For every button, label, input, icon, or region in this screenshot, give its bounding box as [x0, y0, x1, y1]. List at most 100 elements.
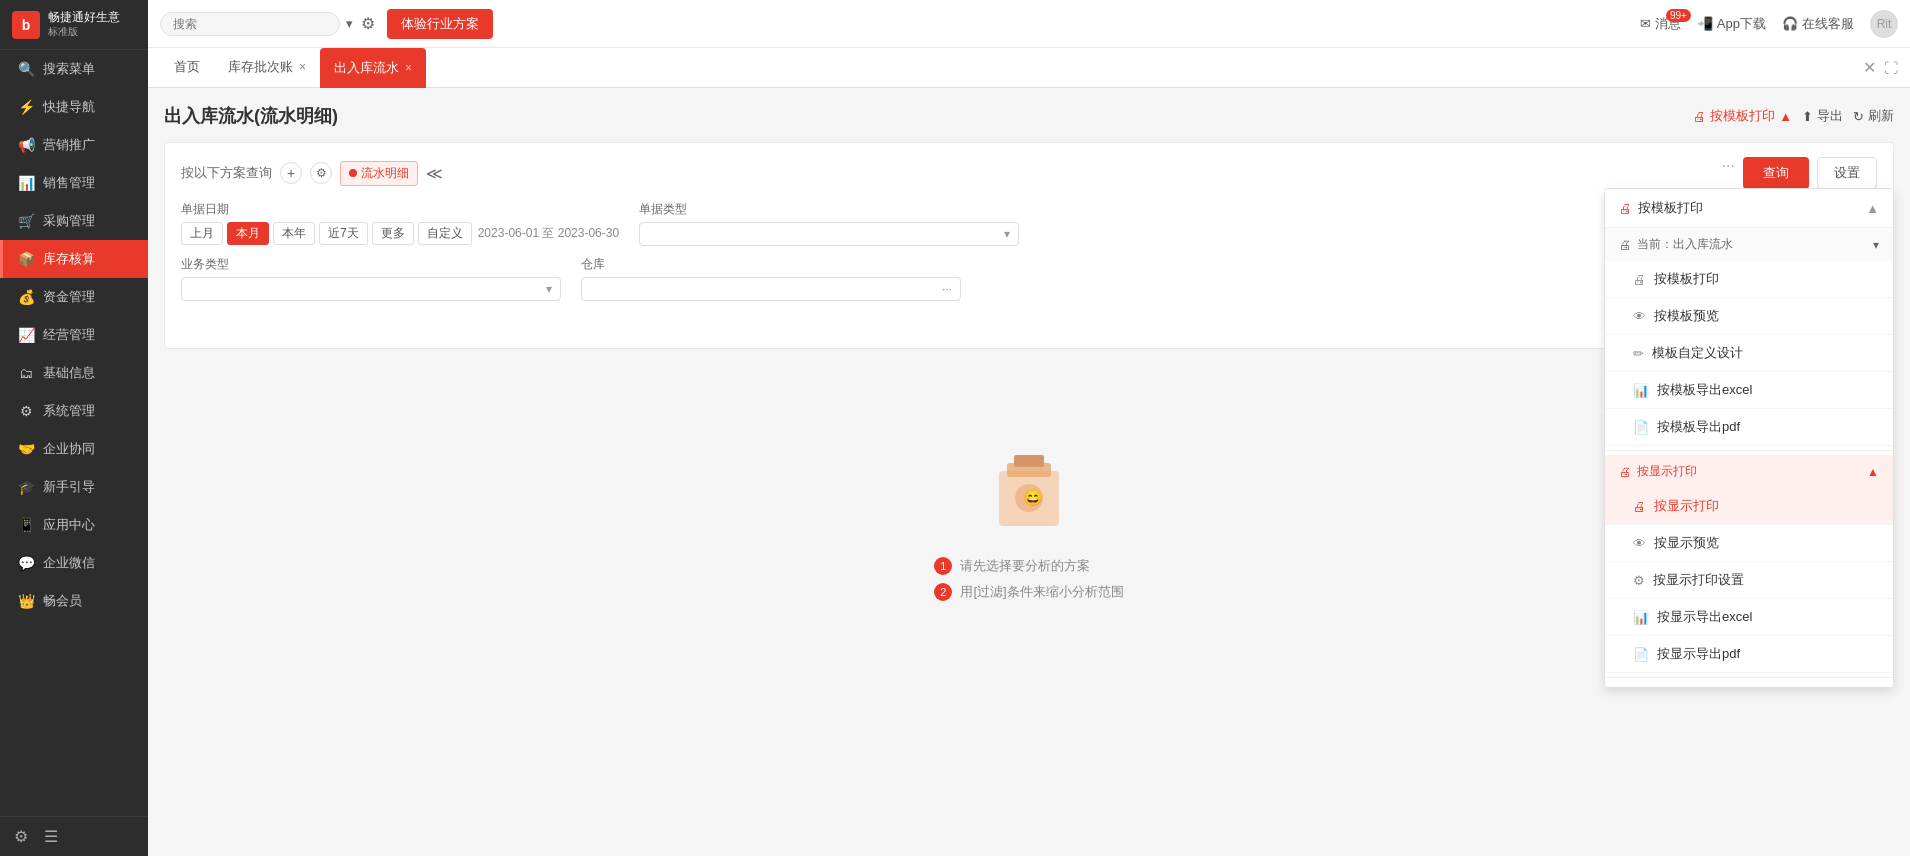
doctype-select[interactable]: ▾ [639, 222, 1019, 246]
handshake-icon: 🤝 [17, 441, 35, 457]
warehouse-select[interactable]: ··· [581, 277, 961, 301]
sidebar-item-label: 新手引导 [43, 478, 95, 496]
dp-display-pdf-icon: 📄 [1633, 647, 1649, 662]
refresh-button[interactable]: ↻ 刷新 [1853, 107, 1894, 125]
chat-icon: 💬 [17, 555, 35, 571]
filter-collapse-button[interactable]: ≪ [426, 164, 443, 183]
dp-template-pdf-label: 按模板导出pdf [1657, 418, 1740, 436]
main-area: ▾ ⚙ 体验行业方案 ✉ 消息 99+ 📲 App下载 🎧 在线客服 Rit [148, 0, 1910, 856]
sidebar-item-operations[interactable]: 📈 经营管理 [0, 316, 148, 354]
search-icon: 🔍 [17, 61, 35, 77]
tab-batch-close[interactable]: × [299, 60, 306, 74]
display-section-label: 按显示打印 [1637, 463, 1697, 480]
industry-plan-button[interactable]: 体验行业方案 [387, 9, 493, 39]
sidebar-item-marketing[interactable]: 📢 营销推广 [0, 126, 148, 164]
step-1-text: 请先选择要分析的方案 [960, 557, 1090, 575]
sidebar-item-system[interactable]: ⚙ 系统管理 [0, 392, 148, 430]
settings-button[interactable]: 设置 [1817, 157, 1877, 189]
date-btn-custom[interactable]: 自定义 [418, 222, 472, 245]
dp-item-display-settings[interactable]: ⚙ 按显示打印设置 [1605, 562, 1893, 599]
doctype-dropdown-icon: ▾ [1004, 227, 1010, 241]
menu-footer-icon[interactable]: ☰ [44, 827, 58, 846]
sidebar-item-shortcut[interactable]: ⚡ 快捷导航 [0, 88, 148, 126]
printer-icon: 🖨 [1693, 109, 1706, 124]
dropdown-divider [1605, 450, 1893, 451]
tab-flow-close[interactable]: × [405, 61, 412, 75]
filter-warehouse-field: 仓库 ··· [581, 256, 961, 301]
dp-item-template-print[interactable]: 🖨 按模板打印 [1605, 261, 1893, 298]
dp-item-display-preview[interactable]: 👁 按显示预览 [1605, 525, 1893, 562]
chart-icon: 📊 [17, 175, 35, 191]
sidebar-item-guide[interactable]: 🎓 新手引导 [0, 468, 148, 506]
topbar-gear-icon[interactable]: ⚙ [361, 14, 375, 33]
sidebar: b 畅捷通好生意 标准版 🔍 搜索菜单 ⚡ 快捷导航 📢 营销推广 📊 销售管理… [0, 0, 148, 856]
sidebar-item-members[interactable]: 👑 畅会员 [0, 582, 148, 620]
empty-step-1: 1 请先选择要分析的方案 [934, 557, 1123, 575]
sidebar-item-finance[interactable]: 💰 资金管理 [0, 278, 148, 316]
topbar-customer-service[interactable]: 🎧 在线客服 [1782, 15, 1854, 33]
sidebar-item-sales[interactable]: 📊 销售管理 [0, 164, 148, 202]
template-print-dropdown: 🖨 按模板打印 ▲ 🖨 当前：出入库流水 ▾ 🖨 按模板打印 👁 按模板预览 ✏… [1604, 188, 1894, 688]
topbar-messages[interactable]: ✉ 消息 99+ [1640, 15, 1681, 33]
tab-batch[interactable]: 库存批次账 × [214, 48, 320, 88]
template-print-button[interactable]: 🖨 按模板打印 ▲ [1693, 107, 1792, 125]
step-1-num: 1 [934, 557, 952, 575]
export-button[interactable]: ⬆ 导出 [1802, 107, 1843, 125]
gear-icon: ⚙ [17, 403, 35, 419]
app-name-block: 畅捷通好生意 标准版 [48, 10, 120, 40]
settings-footer-icon[interactable]: ⚙ [14, 827, 28, 846]
date-btn-this-month[interactable]: 本月 [227, 222, 269, 245]
dp-item-display-excel[interactable]: 📊 按显示导出excel [1605, 599, 1893, 636]
chevron-up-icon: ▲ [1779, 109, 1792, 124]
dp-item-default-function[interactable]: ⚙ 设置默认功能 ▾ [1605, 682, 1893, 688]
date-field-control: 上月 本月 本年 近7天 更多 自定义 2023-06-01 至 2023-06… [181, 222, 619, 245]
sidebar-item-enterprise[interactable]: 🤝 企业协同 [0, 430, 148, 468]
dropdown-display-section[interactable]: 🖨 按显示打印 ▲ [1605, 455, 1893, 488]
template-print-label: 按模板打印 [1710, 107, 1775, 125]
date-btn-more[interactable]: 更多 [372, 222, 414, 245]
dropdown-collapse-icon[interactable]: ▲ [1866, 201, 1879, 216]
sidebar-item-basic[interactable]: 🗂 基础信息 [0, 354, 148, 392]
more-options-button[interactable]: ··· [1722, 157, 1735, 189]
date-btn-this-year[interactable]: 本年 [273, 222, 315, 245]
filter-add-button[interactable]: + [280, 162, 302, 184]
tab-bar-expand-button[interactable]: ⛶ [1884, 60, 1898, 76]
app-name: 畅捷通好生意 [48, 10, 120, 26]
tab-home[interactable]: 首页 [160, 48, 214, 88]
dropdown-header: 🖨 按模板打印 ▲ [1605, 189, 1893, 228]
sidebar-item-search[interactable]: 🔍 搜索菜单 [0, 50, 148, 88]
refresh-icon: ↻ [1853, 109, 1864, 124]
sidebar-item-appstore[interactable]: 📱 应用中心 [0, 506, 148, 544]
sidebar-item-label: 企业协同 [43, 440, 95, 458]
dp-item-template-custom[interactable]: ✏ 模板自定义设计 [1605, 335, 1893, 372]
current-flow-icon: 🖨 [1619, 238, 1631, 252]
dp-item-display-pdf[interactable]: 📄 按显示导出pdf [1605, 636, 1893, 673]
tab-bar-close-button[interactable]: ✕ [1863, 58, 1876, 77]
svg-rect-2 [1014, 455, 1044, 467]
user-name: Rit [1877, 17, 1892, 31]
date-btn-7days[interactable]: 近7天 [319, 222, 368, 245]
sidebar-footer: ⚙ ☰ [0, 816, 148, 856]
dp-display-printer-icon: 🖨 [1633, 499, 1646, 514]
date-btn-last-month[interactable]: 上月 [181, 222, 223, 245]
dp-item-display-print[interactable]: 🖨 按显示打印 [1605, 488, 1893, 525]
search-dropdown-icon[interactable]: ▾ [346, 16, 353, 31]
sidebar-item-label: 企业微信 [43, 554, 95, 572]
biztype-select[interactable]: ▾ [181, 277, 561, 301]
user-avatar[interactable]: Rit [1870, 10, 1898, 38]
tab-flow[interactable]: 出入库流水 × [320, 48, 426, 88]
sidebar-item-wechat[interactable]: 💬 企业微信 [0, 544, 148, 582]
sidebar-item-inventory[interactable]: 📦 库存核算 [0, 240, 148, 278]
filter-setting-button[interactable]: ⚙ [310, 162, 332, 184]
topbar-right: ✉ 消息 99+ 📲 App下载 🎧 在线客服 Rit [1640, 10, 1898, 38]
dp-item-template-excel[interactable]: 📊 按模板导出excel [1605, 372, 1893, 409]
search-input[interactable] [160, 12, 340, 36]
cart-icon: 🛒 [17, 213, 35, 229]
topbar-app-download[interactable]: 📲 App下载 [1697, 15, 1766, 33]
sidebar-item-purchase[interactable]: 🛒 采购管理 [0, 202, 148, 240]
export-label: 导出 [1817, 107, 1843, 125]
empty-step-2: 2 用[过滤]条件来缩小分析范围 [934, 583, 1123, 601]
dp-item-template-preview[interactable]: 👁 按模板预览 [1605, 298, 1893, 335]
query-button[interactable]: 查询 [1743, 157, 1809, 189]
dp-item-template-pdf[interactable]: 📄 按模板导出pdf [1605, 409, 1893, 446]
